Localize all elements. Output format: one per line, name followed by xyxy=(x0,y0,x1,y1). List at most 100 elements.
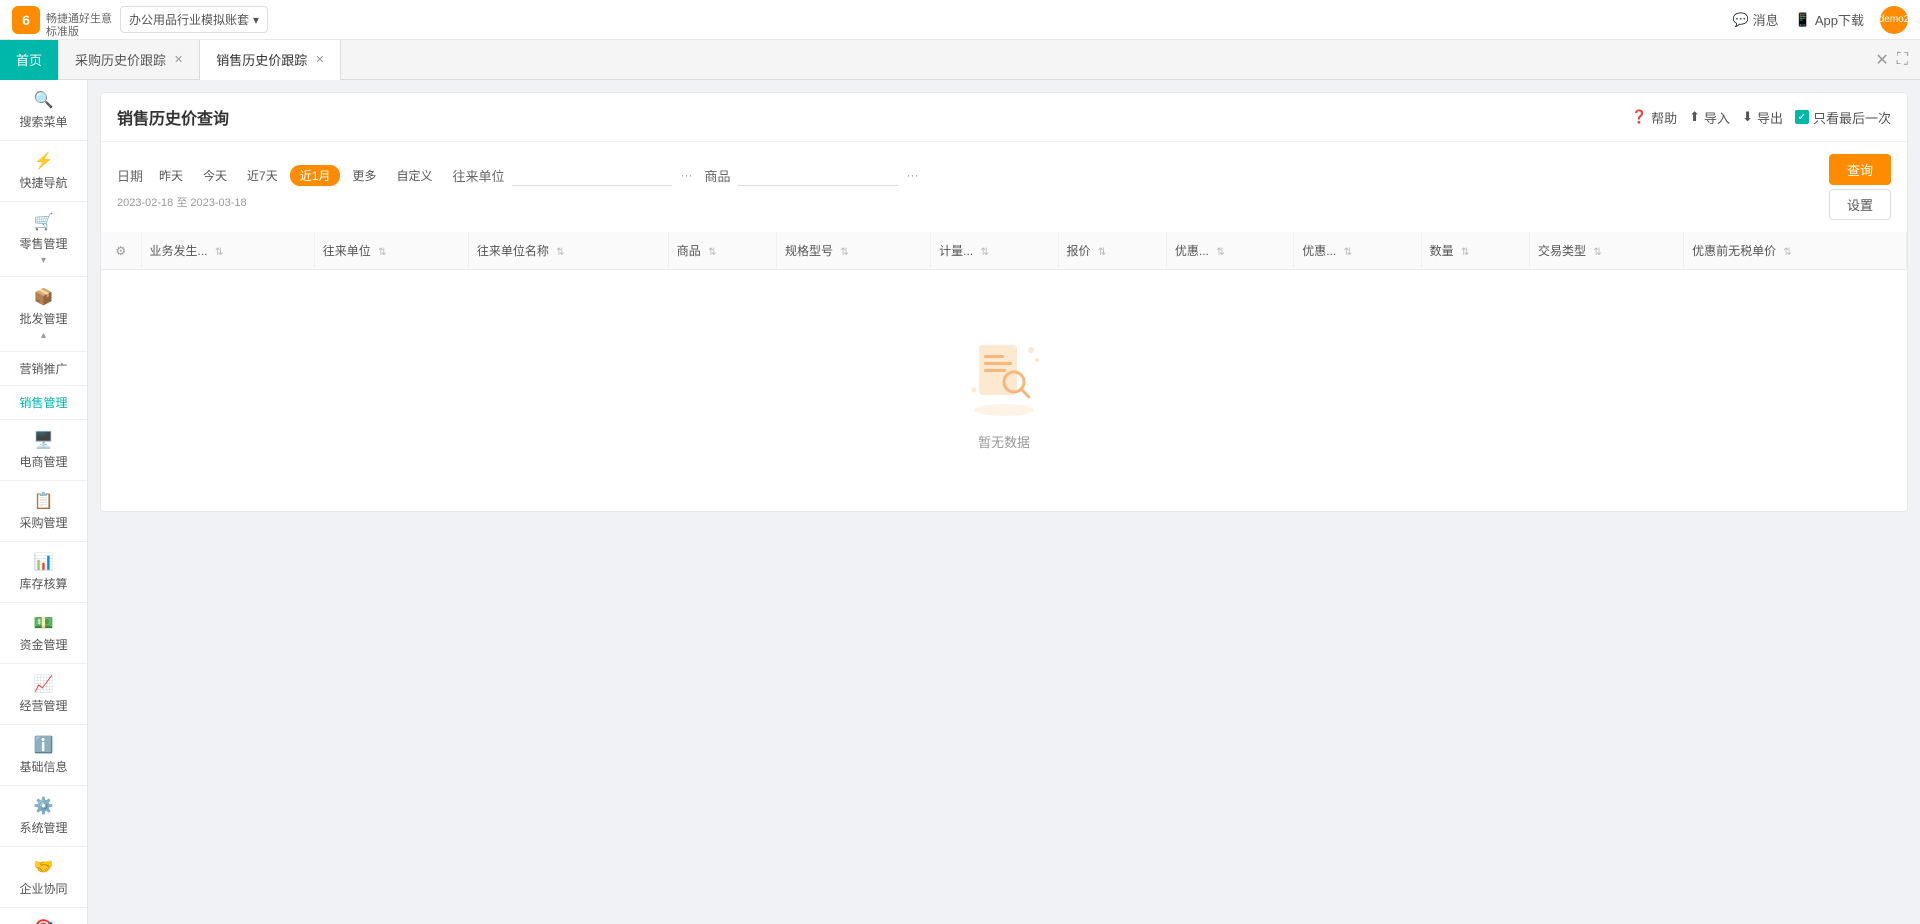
sidebar-label-ops-mgmt: 经营管理 xyxy=(19,697,67,714)
system-icon: ⚙️ xyxy=(34,796,54,816)
empty-state: 暂无数据 xyxy=(101,270,1907,511)
import-action[interactable]: ⬆ 导入 xyxy=(1689,108,1730,127)
app-download-action[interactable]: 📱 App下载 xyxy=(1795,10,1864,29)
sidebar-item-ops-mgmt[interactable]: 📈 经营管理 xyxy=(0,664,87,725)
basic-info-icon: ℹ️ xyxy=(34,735,54,755)
sort-icon-discount2: ⇅ xyxy=(1344,247,1352,258)
sidebar-item-search-menu[interactable]: 🔍 搜索菜单 xyxy=(0,80,87,141)
sidebar: 🔍 搜索菜单 ⚡ 快捷导航 🛒 零售管理 ▾ 📦 批发管理 ▴ 营销推广 销售管… xyxy=(0,80,88,924)
date-btn-more[interactable]: 更多 xyxy=(344,165,384,186)
ecommerce-icon: 🖥️ xyxy=(34,430,54,450)
tab-sales-history[interactable]: 销售历史价跟踪 ✕ xyxy=(200,40,341,80)
content-area: 销售历史价查询 ❓ 帮助 ⬆ 导入 ⬇ 导出 xyxy=(88,80,1920,924)
partner-dots[interactable]: ··· xyxy=(680,168,692,182)
sidebar-label-quick-nav: 快捷导航 xyxy=(19,174,67,191)
goods-label: 商品 xyxy=(704,166,730,185)
close-tab-action[interactable]: ✕ xyxy=(1875,50,1888,70)
date-btn-custom[interactable]: 自定义 xyxy=(388,165,440,186)
sidebar-item-system-mgmt[interactable]: ⚙️ 系统管理 xyxy=(0,786,87,847)
page-title: 销售历史价查询 xyxy=(117,105,229,129)
purchase-tab-close[interactable]: ✕ xyxy=(174,53,183,66)
export-action[interactable]: ⬇ 导出 xyxy=(1742,108,1783,127)
sidebar-item-beginner-guide[interactable]: 🎯 新手引导 xyxy=(0,908,87,924)
col-unit[interactable]: 计量... ⇅ xyxy=(931,232,1058,270)
sidebar-item-wholesale-mgmt[interactable]: 📦 批发管理 ▴ xyxy=(0,277,87,352)
goods-input[interactable] xyxy=(738,164,898,186)
search-icon: 🔍 xyxy=(34,90,54,110)
purchase-tab-label: 采购历史价跟踪 xyxy=(75,50,166,69)
logo-text: 畅捷通好生意 标准版 xyxy=(46,0,112,39)
sales-tab-close[interactable]: ✕ xyxy=(315,53,324,66)
filter-area: 日期 昨天 今天 近7天 近1月 更多 自定义 xyxy=(101,142,1907,232)
goods-dots[interactable]: ··· xyxy=(906,168,918,182)
quick-nav-icon: ⚡ xyxy=(34,151,54,171)
help-action[interactable]: ❓ 帮助 xyxy=(1631,108,1677,127)
sidebar-item-basic-info[interactable]: ℹ️ 基础信息 xyxy=(0,725,87,786)
col-partner-name[interactable]: 往来单位名称 ⇅ xyxy=(468,232,668,270)
col-spec[interactable]: 规格型号 ⇅ xyxy=(777,232,931,270)
query-button[interactable]: 查询 xyxy=(1829,154,1891,185)
date-label: 日期 xyxy=(117,166,143,185)
partner-filter-group: 往来单位 ··· xyxy=(452,164,692,186)
tab-purchase-history[interactable]: 采购历史价跟踪 ✕ xyxy=(59,40,200,80)
maximize-tab-action[interactable]: ⛶ xyxy=(1897,51,1908,69)
guide-icon: 🎯 xyxy=(34,918,54,924)
tab-home[interactable]: 首页 xyxy=(0,40,59,80)
sales-tab-label: 销售历史价跟踪 xyxy=(216,50,307,69)
sidebar-label-sales-mgmt: 销售管理 xyxy=(19,394,67,411)
empty-icon xyxy=(959,330,1049,420)
app-selector[interactable]: 办公用品行业模拟账套 ▾ xyxy=(120,6,268,33)
col-qty[interactable]: 数量 ⇅ xyxy=(1421,232,1529,270)
col-goods[interactable]: 商品 ⇅ xyxy=(668,232,776,270)
date-btn-today[interactable]: 今天 xyxy=(195,165,235,186)
col-discount1[interactable]: 优惠... ⇅ xyxy=(1166,232,1293,270)
wholesale-icon: 📦 xyxy=(34,287,54,307)
sidebar-item-purchase-mgmt[interactable]: 📋 采购管理 xyxy=(0,481,87,542)
chevron-down-icon: ▾ xyxy=(41,255,46,266)
col-quote[interactable]: 报价 ⇅ xyxy=(1058,232,1166,270)
fund-icon: 💵 xyxy=(34,613,54,633)
sidebar-item-enterprise-coop[interactable]: 🤝 企业协同 xyxy=(0,847,87,908)
home-tab-label: 首页 xyxy=(16,50,42,69)
sort-icon-partner-code: ⇅ xyxy=(378,247,386,258)
ops-icon: 📈 xyxy=(34,674,54,694)
top-bar: 6 畅捷通好生意 标准版 办公用品行业模拟账套 ▾ 💬 消息 📱 App下载 d… xyxy=(0,0,1920,40)
message-icon: 💬 xyxy=(1732,12,1748,28)
sort-icon-pretax-price: ⇅ xyxy=(1783,247,1791,258)
col-discount2[interactable]: 优惠... ⇅ xyxy=(1294,232,1421,270)
sidebar-label-marketing-promo: 营销推广 xyxy=(19,360,67,377)
col-biz-date[interactable]: 业务发生... ⇅ xyxy=(141,232,314,270)
tab-bar: 首页 采购历史价跟踪 ✕ 销售历史价跟踪 ✕ ✕ ⛶ xyxy=(0,40,1920,80)
only-last-checkbox-label[interactable]: ✓ 只看最后一次 xyxy=(1795,108,1891,127)
sort-icon-goods: ⇅ xyxy=(708,247,716,258)
sidebar-label-system-mgmt: 系统管理 xyxy=(19,819,67,836)
sidebar-item-quick-nav[interactable]: ⚡ 快捷导航 xyxy=(0,141,87,202)
inventory-icon: 📊 xyxy=(34,552,54,572)
date-btn-7days[interactable]: 近7天 xyxy=(239,165,286,186)
sidebar-item-fund-mgmt[interactable]: 💵 资金管理 xyxy=(0,603,87,664)
retail-icon: 🛒 xyxy=(34,212,54,232)
partner-input[interactable] xyxy=(512,164,672,186)
user-area[interactable]: demo2 xyxy=(1880,6,1908,34)
main-layout: 🔍 搜索菜单 ⚡ 快捷导航 🛒 零售管理 ▾ 📦 批发管理 ▴ 营销推广 销售管… xyxy=(0,80,1920,924)
sidebar-item-sales-mgmt[interactable]: 销售管理 xyxy=(0,386,87,420)
import-icon: ⬆ xyxy=(1689,109,1700,125)
sidebar-item-retail-mgmt[interactable]: 🛒 零售管理 ▾ xyxy=(0,202,87,277)
col-settings[interactable]: ⚙ xyxy=(101,232,141,270)
sidebar-item-marketing-promo[interactable]: 营销推广 xyxy=(0,352,87,386)
date-btn-1month[interactable]: 近1月 xyxy=(290,165,341,186)
sort-icon-spec: ⇅ xyxy=(840,247,848,258)
sidebar-item-ecommerce-mgmt[interactable]: 🖥️ 电商管理 xyxy=(0,420,87,481)
empty-text: 暂无数据 xyxy=(978,432,1030,451)
message-action[interactable]: 💬 消息 xyxy=(1732,10,1778,29)
settings-button[interactable]: 设置 xyxy=(1829,189,1891,220)
col-trade-type[interactable]: 交易类型 ⇅ xyxy=(1529,232,1683,270)
coop-icon: 🤝 xyxy=(34,857,54,877)
tab-bar-actions: ✕ ⛶ xyxy=(1875,50,1920,70)
date-btn-yesterday[interactable]: 昨天 xyxy=(151,165,191,186)
col-partner-code[interactable]: 往来单位 ⇅ xyxy=(314,232,468,270)
sort-icon-discount1: ⇅ xyxy=(1216,247,1224,258)
logo-area: 6 畅捷通好生意 标准版 xyxy=(12,0,112,39)
sidebar-item-inventory[interactable]: 📊 库存核算 xyxy=(0,542,87,603)
col-pretax-price[interactable]: 优惠前无税单价 ⇅ xyxy=(1684,232,1907,270)
